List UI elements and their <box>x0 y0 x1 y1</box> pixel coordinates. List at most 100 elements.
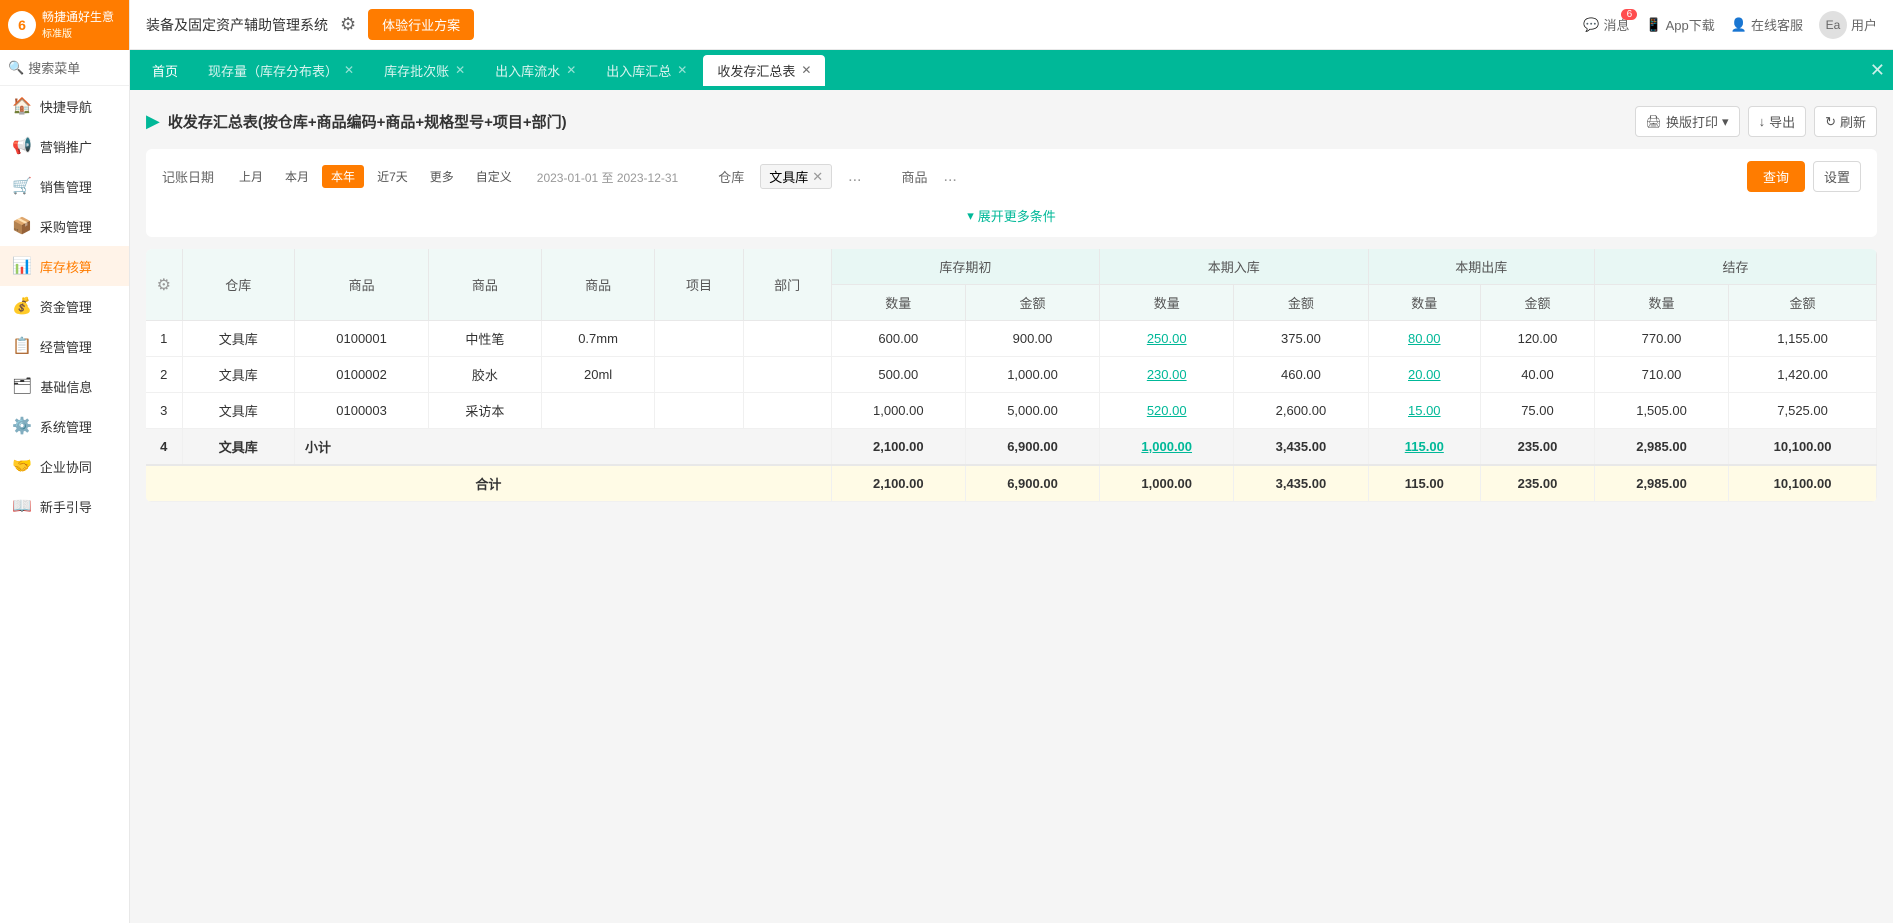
guide-icon: 📖 <box>12 496 32 516</box>
tab-recv-send-summary-label: 收发存汇总表 <box>717 61 795 80</box>
app-download-btn[interactable]: 📱 App下载 <box>1645 15 1714 34</box>
th-in-group: 本期入库 <box>1100 249 1368 285</box>
row3-in-amt: 2,600.00 <box>1234 393 1368 429</box>
search-menu-item[interactable]: 🔍 搜索菜单 <box>0 50 129 86</box>
row2-in-qty[interactable]: 230.00 <box>1100 357 1234 393</box>
date-range-display: 2023-01-01 至 2023-12-31 <box>537 169 678 186</box>
tab-recv-send-summary[interactable]: 收发存汇总表 ✕ <box>703 55 825 86</box>
expand-more-conditions[interactable]: ▾ 展开更多条件 <box>162 202 1861 225</box>
table-settings-icon[interactable]: ⚙ <box>157 277 171 294</box>
warehouse-tag[interactable]: 文具库 ✕ <box>760 164 832 189</box>
sidebar-item-marketing[interactable]: 📢 营销推广 <box>0 126 129 166</box>
user-label: 用户 <box>1851 15 1877 34</box>
sidebar-label-system: 系统管理 <box>40 417 92 436</box>
date-btn-this-month[interactable]: 本月 <box>276 165 318 188</box>
row3-name: 采访本 <box>429 393 541 429</box>
app-icon: 📱 <box>1645 17 1661 33</box>
row1-closing-qty: 770.00 <box>1594 321 1728 357</box>
collapse-btn[interactable]: ▶ <box>146 111 160 132</box>
sidebar-label-guide: 新手引导 <box>40 497 92 516</box>
message-btn[interactable]: 💬 消息 6 <box>1583 15 1629 34</box>
page-title: 收发存汇总表(按仓库+商品编码+商品+规格型号+项目+部门) <box>168 111 567 132</box>
row2-dept <box>743 357 831 393</box>
th-closing-qty: 数量 <box>1594 285 1728 321</box>
row3-opening-qty: 1,000.00 <box>831 393 965 429</box>
tab-inventory-dist-close[interactable]: ✕ <box>344 63 354 77</box>
sidebar-item-enterprise[interactable]: 🤝 企业协同 <box>0 446 129 486</box>
tab-inout-flow-close[interactable]: ✕ <box>566 63 576 77</box>
tab-inout-flow-label: 出入库流水 <box>495 61 560 80</box>
tab-inout-summary[interactable]: 出入库汇总 ✕ <box>592 55 701 86</box>
filter-area: 记账日期 上月 本月 本年 近7天 更多 自定义 2023-01-01 至 20… <box>146 149 1877 237</box>
tab-batch-ledger[interactable]: 库存批次账 ✕ <box>370 55 479 86</box>
refresh-btn[interactable]: ↻ 刷新 <box>1814 106 1877 137</box>
row2-code: 0100002 <box>294 357 428 393</box>
sidebar-item-basic[interactable]: 🗂 基础信息 <box>0 366 129 406</box>
row3-in-qty[interactable]: 520.00 <box>1100 393 1234 429</box>
table-wrapper: ⚙ 仓库 商品 商品 商品 项目 部门 库存期初 本期入库 本期出库 结存 <box>146 249 1877 502</box>
total-out-amt: 235.00 <box>1481 465 1595 502</box>
row3-closing-amt: 7,525.00 <box>1729 393 1877 429</box>
app-download-label: App下载 <box>1666 15 1715 34</box>
row3-dept <box>743 393 831 429</box>
row3-out-qty[interactable]: 15.00 <box>1368 393 1481 429</box>
date-btn-this-year[interactable]: 本年 <box>322 165 364 188</box>
subtotal-out-qty[interactable]: 115.00 <box>1368 429 1481 466</box>
tab-home[interactable]: 首页 <box>138 55 192 86</box>
print-btn[interactable]: 🖨 换版打印 ▾ <box>1635 106 1740 137</box>
industry-btn[interactable]: 体验行业方案 <box>368 9 474 40</box>
query-btn[interactable]: 查询 <box>1747 161 1805 192</box>
goods-more-btn[interactable]: ... <box>944 168 957 186</box>
date-quick-btns: 上月 本月 本年 近7天 更多 自定义 <box>230 165 521 188</box>
total-opening-qty: 2,100.00 <box>831 465 965 502</box>
row1-spec: 0.7mm <box>541 321 655 357</box>
topbar-settings-icon[interactable]: ⚙ <box>340 14 356 35</box>
tab-inout-flow[interactable]: 出入库流水 ✕ <box>481 55 590 86</box>
tab-inout-summary-close[interactable]: ✕ <box>677 63 687 77</box>
date-filter-label: 记账日期 <box>162 167 214 186</box>
row2-out-qty[interactable]: 20.00 <box>1368 357 1481 393</box>
sidebar-item-finance[interactable]: 💰 资金管理 <box>0 286 129 326</box>
sidebar-item-operation[interactable]: 📋 经营管理 <box>0 326 129 366</box>
online-service-btn[interactable]: 👤 在线客服 <box>1731 15 1803 34</box>
date-btn-more[interactable]: 更多 <box>421 165 463 188</box>
tab-inventory-dist[interactable]: 现存量（库存分布表） ✕ <box>194 55 368 86</box>
export-btn[interactable]: ↓ 导出 <box>1748 106 1807 137</box>
subtotal-in-qty[interactable]: 1,000.00 <box>1100 429 1234 466</box>
row2-closing-amt: 1,420.00 <box>1729 357 1877 393</box>
total-in-qty: 1,000.00 <box>1100 465 1234 502</box>
user-btn[interactable]: Ea 用户 <box>1819 11 1877 39</box>
purchase-icon: 📦 <box>12 216 32 236</box>
print-icon: 🖨 <box>1646 114 1663 130</box>
row1-closing-amt: 1,155.00 <box>1729 321 1877 357</box>
total-out-qty: 115.00 <box>1368 465 1481 502</box>
date-btn-last-month[interactable]: 上月 <box>230 165 272 188</box>
subtotal-closing-qty: 2,985.00 <box>1594 429 1728 466</box>
warehouse-tag-remove[interactable]: ✕ <box>812 169 823 185</box>
tab-recv-send-summary-close[interactable]: ✕ <box>801 63 811 77</box>
tab-batch-ledger-close[interactable]: ✕ <box>455 63 465 77</box>
date-btn-custom[interactable]: 自定义 <box>467 165 521 188</box>
settings-small-btn[interactable]: 设置 <box>1813 161 1861 192</box>
row2-spec: 20ml <box>541 357 655 393</box>
sidebar-item-system[interactable]: ⚙️ 系统管理 <box>0 406 129 446</box>
tabbar-close-btn[interactable]: ✕ <box>1870 60 1885 81</box>
row1-out-qty[interactable]: 80.00 <box>1368 321 1481 357</box>
sidebar-item-guide[interactable]: 📖 新手引导 <box>0 486 129 526</box>
filter-row-1: 记账日期 上月 本月 本年 近7天 更多 自定义 2023-01-01 至 20… <box>162 161 1861 192</box>
sidebar-item-inventory[interactable]: 📊 库存核算 <box>0 246 129 286</box>
date-btn-7days[interactable]: 近7天 <box>368 165 417 188</box>
sidebar-item-purchase[interactable]: 📦 采购管理 <box>0 206 129 246</box>
sidebar-item-quick-nav[interactable]: 🏠 快捷导航 <box>0 86 129 126</box>
sidebar-item-sales[interactable]: 🛒 销售管理 <box>0 166 129 206</box>
row1-in-qty[interactable]: 250.00 <box>1100 321 1234 357</box>
marketing-icon: 📢 <box>12 136 32 156</box>
search-icon: 🔍 <box>8 60 24 76</box>
row2-opening-amt: 1,000.00 <box>965 357 1099 393</box>
subtotal-opening-amt: 6,900.00 <box>965 429 1099 466</box>
total-in-amt: 3,435.00 <box>1234 465 1368 502</box>
table-subtotal-row: 4 文具库 小计 2,100.00 6,900.00 1,000.00 3,43… <box>146 429 1877 466</box>
subtotal-in-amt: 3,435.00 <box>1234 429 1368 466</box>
warehouse-more-btn[interactable]: ... <box>848 168 861 186</box>
table-footer: 合计 2,100.00 6,900.00 1,000.00 3,435.00 1… <box>146 465 1877 502</box>
